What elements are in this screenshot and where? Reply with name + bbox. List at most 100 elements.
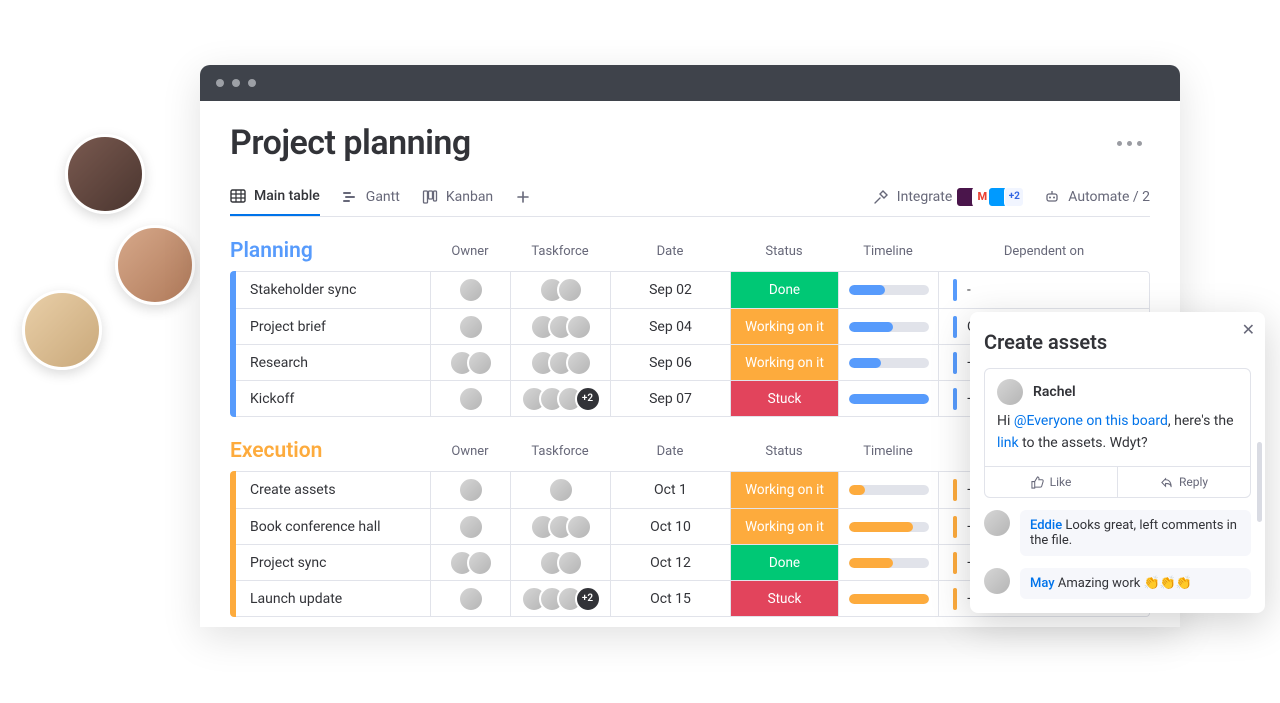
item-name[interactable]: Project sync <box>236 545 430 580</box>
owner-cell[interactable] <box>430 381 510 416</box>
table-row[interactable]: Stakeholder sync Sep 02Done - <box>236 272 1149 308</box>
owner-cell[interactable] <box>430 309 510 344</box>
taskforce-cell[interactable] <box>510 472 610 508</box>
table-icon <box>230 188 246 204</box>
column-owner[interactable]: Owner <box>430 244 510 259</box>
item-name[interactable]: Stakeholder sync <box>236 272 430 308</box>
tab-kanban[interactable]: Kanban <box>422 177 493 216</box>
taskforce-cell[interactable] <box>510 309 610 344</box>
taskforce-cell[interactable] <box>510 272 610 308</box>
timeline-cell[interactable] <box>838 509 938 544</box>
column-timeline[interactable]: Timeline <box>838 444 938 459</box>
owner-cell[interactable] <box>430 545 510 580</box>
dependent-cell[interactable]: - <box>938 272 1149 308</box>
like-button[interactable]: Like <box>985 467 1117 497</box>
date-cell[interactable]: Sep 07 <box>610 381 730 416</box>
avatar <box>458 277 484 303</box>
automate-button[interactable]: Automate / 2 <box>1044 189 1150 205</box>
column-status[interactable]: Status <box>730 444 838 459</box>
status-cell[interactable]: Working on it <box>730 472 838 508</box>
window-dot <box>248 79 256 87</box>
avatar-extra-badge: +2 <box>575 586 601 612</box>
window-dot <box>232 79 240 87</box>
timeline-cell[interactable] <box>838 545 938 580</box>
updates-panel: ✕ Create assets Rachel Hi @Everyone on t… <box>970 312 1265 613</box>
avatar <box>458 477 484 503</box>
status-cell[interactable]: Done <box>730 545 838 580</box>
date-cell[interactable]: Sep 06 <box>610 345 730 380</box>
item-name[interactable]: Kickoff <box>236 381 430 416</box>
tab-main-table[interactable]: Main table <box>230 177 320 216</box>
panel-scrollbar[interactable] <box>1257 442 1262 522</box>
taskforce-cell[interactable] <box>510 345 610 380</box>
reply-author[interactable]: Eddie <box>1030 518 1062 533</box>
integrate-label: Integrate <box>897 189 953 205</box>
owner-cell[interactable] <box>430 272 510 308</box>
timeline-cell[interactable] <box>838 381 938 416</box>
avatar <box>458 314 484 340</box>
column-date[interactable]: Date <box>610 244 730 259</box>
date-cell[interactable]: Oct 12 <box>610 545 730 580</box>
tab-gantt[interactable]: Gantt <box>342 177 400 216</box>
asset-link[interactable]: link <box>997 435 1019 451</box>
column-taskforce[interactable]: Taskforce <box>510 244 610 259</box>
taskforce-cell[interactable] <box>510 509 610 544</box>
status-cell[interactable]: Working on it <box>730 509 838 544</box>
date-cell[interactable]: Oct 15 <box>610 581 730 616</box>
timeline-cell[interactable] <box>838 345 938 380</box>
item-name[interactable]: Launch update <box>236 581 430 616</box>
update-body: Hi @Everyone on this board, here's the l… <box>985 407 1250 466</box>
column-timeline[interactable]: Timeline <box>838 244 938 259</box>
timeline-cell[interactable] <box>838 581 938 616</box>
floating-avatar <box>65 134 145 214</box>
item-name[interactable]: Book conference hall <box>236 509 430 544</box>
avatar <box>984 510 1010 536</box>
taskforce-cell[interactable] <box>510 545 610 580</box>
avatar <box>997 379 1023 405</box>
status-cell[interactable]: Working on it <box>730 345 838 380</box>
timeline-cell[interactable] <box>838 472 938 508</box>
item-name[interactable]: Create assets <box>236 472 430 508</box>
avatar <box>548 477 574 503</box>
avatar-extra-badge: +2 <box>575 386 601 412</box>
mention-link[interactable]: @Everyone on this board <box>1014 413 1168 429</box>
owner-cell[interactable] <box>430 581 510 616</box>
integrate-button[interactable]: Integrate M +2 <box>873 187 1025 207</box>
column-owner[interactable]: Owner <box>430 444 510 459</box>
panel-close-button[interactable]: ✕ <box>1242 320 1255 339</box>
column-date[interactable]: Date <box>610 444 730 459</box>
status-cell[interactable]: Done <box>730 272 838 308</box>
tab-label: Main table <box>254 188 320 204</box>
board-more-button[interactable] <box>1109 133 1150 154</box>
tab-label: Gantt <box>366 189 400 205</box>
reply-button[interactable]: Reply <box>1117 467 1250 497</box>
group-name[interactable]: Planning <box>230 239 430 263</box>
column-dependent[interactable]: Dependent on <box>938 244 1150 259</box>
column-status[interactable]: Status <box>730 244 838 259</box>
date-cell[interactable]: Sep 04 <box>610 309 730 344</box>
timeline-cell[interactable] <box>838 272 938 308</box>
item-name[interactable]: Project brief <box>236 309 430 344</box>
owner-cell[interactable] <box>430 509 510 544</box>
group-name[interactable]: Execution <box>230 439 430 463</box>
reply-author[interactable]: May <box>1030 576 1055 591</box>
owner-cell[interactable] <box>430 345 510 380</box>
date-cell[interactable]: Oct 10 <box>610 509 730 544</box>
date-cell[interactable]: Sep 02 <box>610 272 730 308</box>
window-dot <box>216 79 224 87</box>
taskforce-cell[interactable]: +2 <box>510 581 610 616</box>
status-cell[interactable]: Working on it <box>730 309 838 344</box>
date-cell[interactable]: Oct 1 <box>610 472 730 508</box>
item-name[interactable]: Research <box>236 345 430 380</box>
owner-cell[interactable] <box>430 472 510 508</box>
avatar <box>566 350 592 376</box>
column-taskforce[interactable]: Taskforce <box>510 444 610 459</box>
reply: May Amazing work 👏👏👏 <box>984 568 1251 599</box>
window-titlebar <box>200 65 1180 101</box>
taskforce-cell[interactable]: +2 <box>510 381 610 416</box>
add-view-button[interactable] <box>515 189 531 205</box>
status-cell[interactable]: Stuck <box>730 581 838 616</box>
update-card: Rachel Hi @Everyone on this board, here'… <box>984 368 1251 498</box>
status-cell[interactable]: Stuck <box>730 381 838 416</box>
timeline-cell[interactable] <box>838 309 938 344</box>
